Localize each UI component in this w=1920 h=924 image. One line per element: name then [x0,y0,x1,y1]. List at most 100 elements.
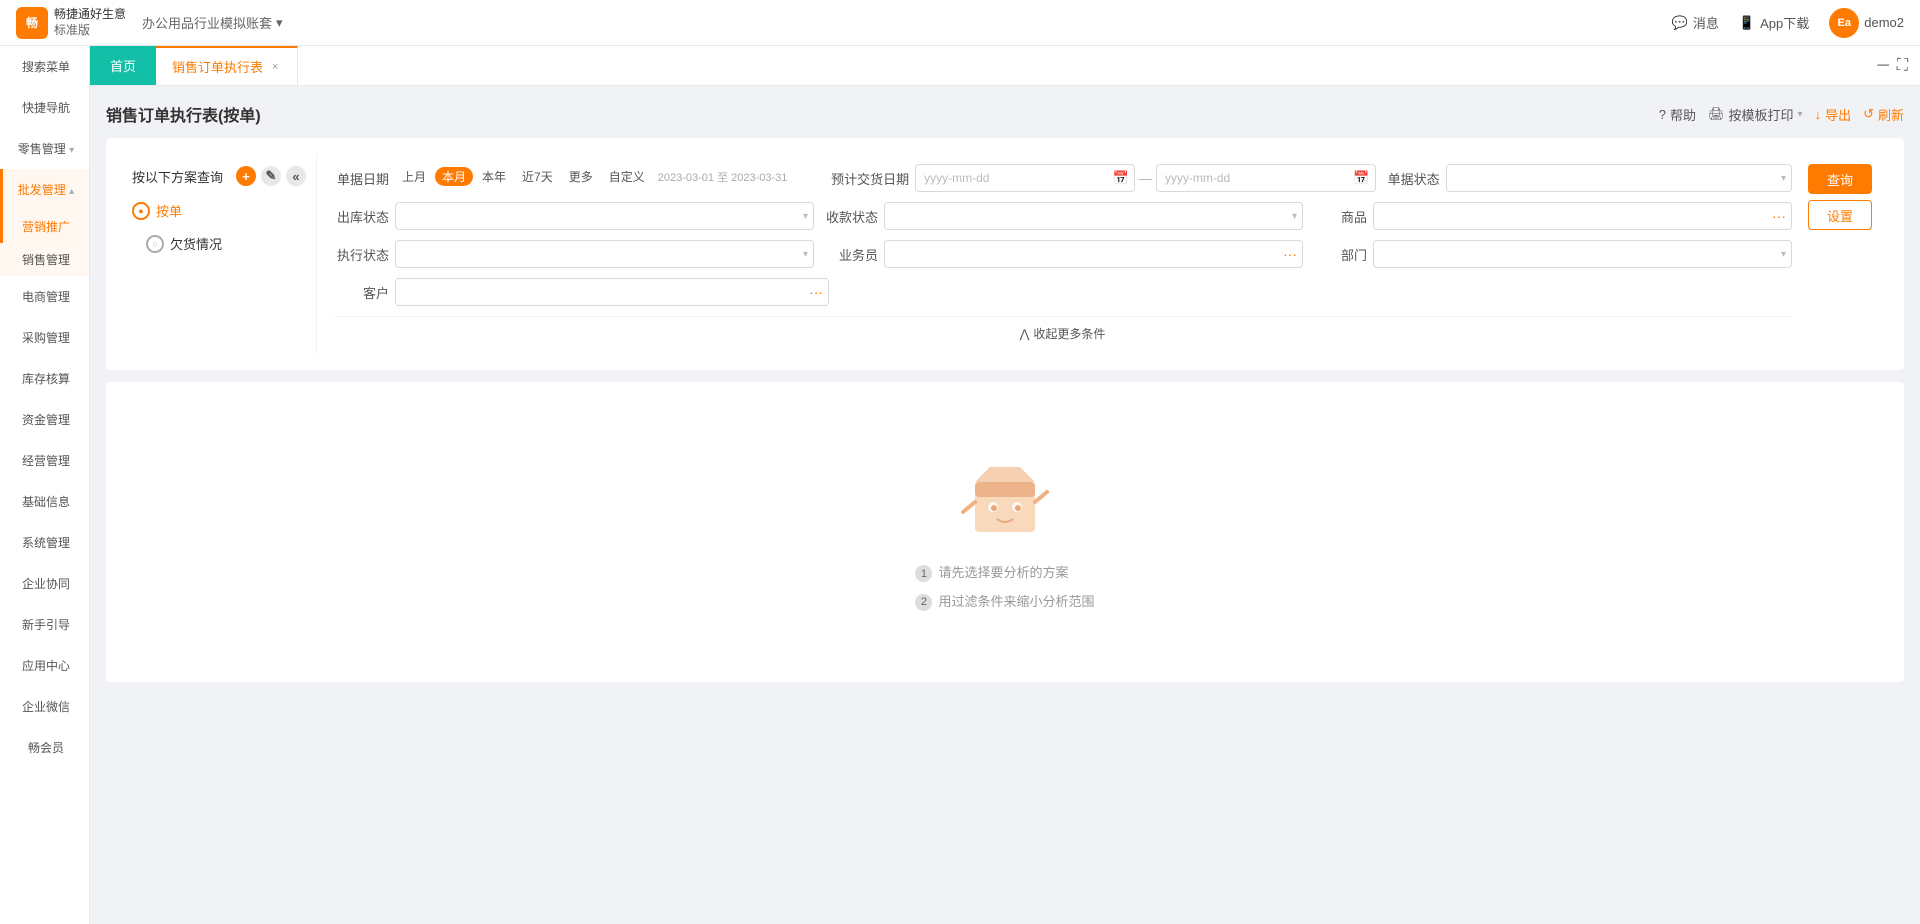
date-tab-more[interactable]: 更多 [562,167,600,186]
user-profile[interactable]: Ea demo2 [1829,8,1904,38]
help-icon: ? [1659,107,1666,122]
sidebar-item-sales[interactable]: 销售管理 [0,243,89,276]
print-button[interactable]: 🖨 按模板打印 ▾ [1708,105,1803,124]
scheme-edit-button[interactable]: ✎ [261,166,281,186]
empty-state: 1 请先选择要分析的方案 2 用过滤条件来缩小分析范围 [915,407,1094,656]
date-tab-7days[interactable]: 近7天 [515,167,560,186]
query-button[interactable]: 查询 [1808,164,1872,194]
delivery-status-field: 出库状态 ▾ [333,202,814,230]
sidebar-item-retail[interactable]: 零售管理 ▾ [0,128,89,169]
sidebar-item-system[interactable]: 系统管理 [0,522,89,563]
minimize-icon[interactable]: ─ [1877,57,1888,75]
setting-button[interactable]: 设置 [1808,200,1872,230]
sidebar-item-purchase[interactable]: 采购管理 [0,317,89,358]
message-label: 消息 [1693,13,1719,32]
sidebar-nav-label: 快捷导航 [7,99,85,116]
date-tab-custom[interactable]: 自定义 [602,167,652,186]
status-select-wrap: ▾ [1446,164,1792,192]
payment-status-label: 收款状态 [822,207,878,226]
active-scheme-icon: ● [132,202,150,220]
refresh-icon: ↺ [1863,106,1874,122]
dept-select-wrap: ▾ [1373,240,1792,268]
export-icon: ↓ [1815,107,1822,122]
status-label: 单据状态 [1384,169,1440,188]
sidebar-item-marketing[interactable]: 营销推广 [0,210,89,243]
tab-sales-order[interactable]: 销售订单执行表 × [156,46,298,85]
expected-date-to[interactable] [1156,164,1376,192]
sidebar-item-nav[interactable]: 快捷导航 [0,87,89,128]
cal-to-icon[interactable]: 📅 [1353,170,1369,186]
logo-box: 畅 畅捷通好生意 标准版 [16,7,126,39]
goods-input[interactable] [1373,202,1792,230]
salesperson-input[interactable] [884,240,1303,268]
sidebar-item-appcenter[interactable]: 应用中心 [0,645,89,686]
date-field-label: 单据日期 [333,169,389,188]
sidebar-item-finance[interactable]: 资金管理 [0,399,89,440]
delivery-status-label: 出库状态 [333,207,389,226]
collapse-row[interactable]: ⋀ 收起更多条件 [333,316,1792,344]
export-button[interactable]: ↓ 导出 [1815,105,1852,124]
app-download-action[interactable]: 📱 App下载 [1739,13,1809,32]
sidebar-item-member[interactable]: 畅会员 [0,727,89,768]
sidebar-item-newbie[interactable]: 新手引导 [0,604,89,645]
customer-input[interactable] [395,278,829,306]
goods-label: 商品 [1311,207,1367,226]
date-tab-this-month[interactable]: 本月 [435,167,473,186]
scheme-title: 按以下方案查询 [132,167,223,186]
expected-date-from[interactable] [915,164,1135,192]
cal-from-icon[interactable]: 📅 [1113,170,1129,186]
payment-select-wrap: ▾ [884,202,1303,230]
salesperson-dots-icon[interactable]: ··· [1283,246,1297,262]
exec-status-label: 执行状态 [333,245,389,264]
expected-date-from-wrap: 📅 [915,164,1135,192]
collapse-text: 收起更多条件 [1033,325,1105,342]
sidebar-item-inventory[interactable]: 库存核算 [0,358,89,399]
scheme-order-label: 按单 [156,201,182,220]
breadcrumb[interactable]: 办公用品行业模拟账套 ▾ [142,13,283,32]
sidebar-item-wechat[interactable]: 企业微信 [0,686,89,727]
goods-dots-icon[interactable]: ··· [1772,208,1786,224]
sidebar-item-operations[interactable]: 经营管理 [0,440,89,481]
salesperson-field: 业务员 ··· [822,240,1303,268]
scheme-item-order[interactable]: ● 按单 [122,194,316,227]
logo-line1: 畅捷通好生意 [54,7,126,23]
sidebar-item-wholesale[interactable]: 批发管理 ▴ [0,169,89,210]
exec-status-input[interactable] [395,240,814,268]
date-tab-last-month[interactable]: 上月 [395,167,433,186]
scheme-collapse-button[interactable]: « [286,166,306,186]
customer-input-wrap: ··· [395,278,829,306]
exec-status-field: 执行状态 ▾ [333,240,814,268]
dept-input[interactable] [1373,240,1792,268]
sidebar-search-label: 搜索菜单 [7,58,85,75]
message-action[interactable]: 💬 消息 [1672,13,1719,32]
help-button[interactable]: ? 帮助 [1659,105,1696,124]
date-tab-this-year[interactable]: 本年 [475,167,513,186]
export-label: 导出 [1825,105,1851,124]
payment-status-input[interactable] [884,202,1303,230]
filter-row-2: 出库状态 ▾ 收款状态 ▾ [333,202,1792,230]
sidebar-sub-marketing: 营销推广 销售管理 [0,210,89,276]
sidebar-item-basic-info[interactable]: 基础信息 [0,481,89,522]
logo-abbr: 畅 [26,14,38,31]
status-input[interactable] [1446,164,1792,192]
system-label: 系统管理 [7,534,85,551]
tab-bar: 首页 销售订单执行表 × ─ ⛶ [90,46,1920,86]
date-sep-icon: — [1139,171,1152,186]
salesperson-label: 业务员 [822,245,878,264]
sidebar-item-ecommerce[interactable]: 电商管理 [0,276,89,317]
breadcrumb-arrow-icon: ▾ [276,15,283,31]
tab-close-icon[interactable]: × [269,60,281,74]
delivery-status-input[interactable] [395,202,814,230]
action-column: 查询 设置 [1808,154,1888,354]
scheme-item-shortage[interactable]: ○ 欠货情况 [122,227,316,260]
tab-home[interactable]: 首页 [90,46,156,85]
customer-dots-icon[interactable]: ··· [809,284,823,300]
refresh-button[interactable]: ↺ 刷新 [1863,105,1904,124]
finance-label: 资金管理 [7,411,85,428]
maximize-icon[interactable]: ⛶ [1897,57,1908,75]
goods-field: 商品 ··· [1311,202,1792,230]
sidebar-item-search[interactable]: 搜索菜单 [0,46,89,87]
sidebar-item-enterprise[interactable]: 企业协同 [0,563,89,604]
scheme-add-button[interactable]: + [236,166,256,186]
sales-label: 销售管理 [22,253,70,267]
